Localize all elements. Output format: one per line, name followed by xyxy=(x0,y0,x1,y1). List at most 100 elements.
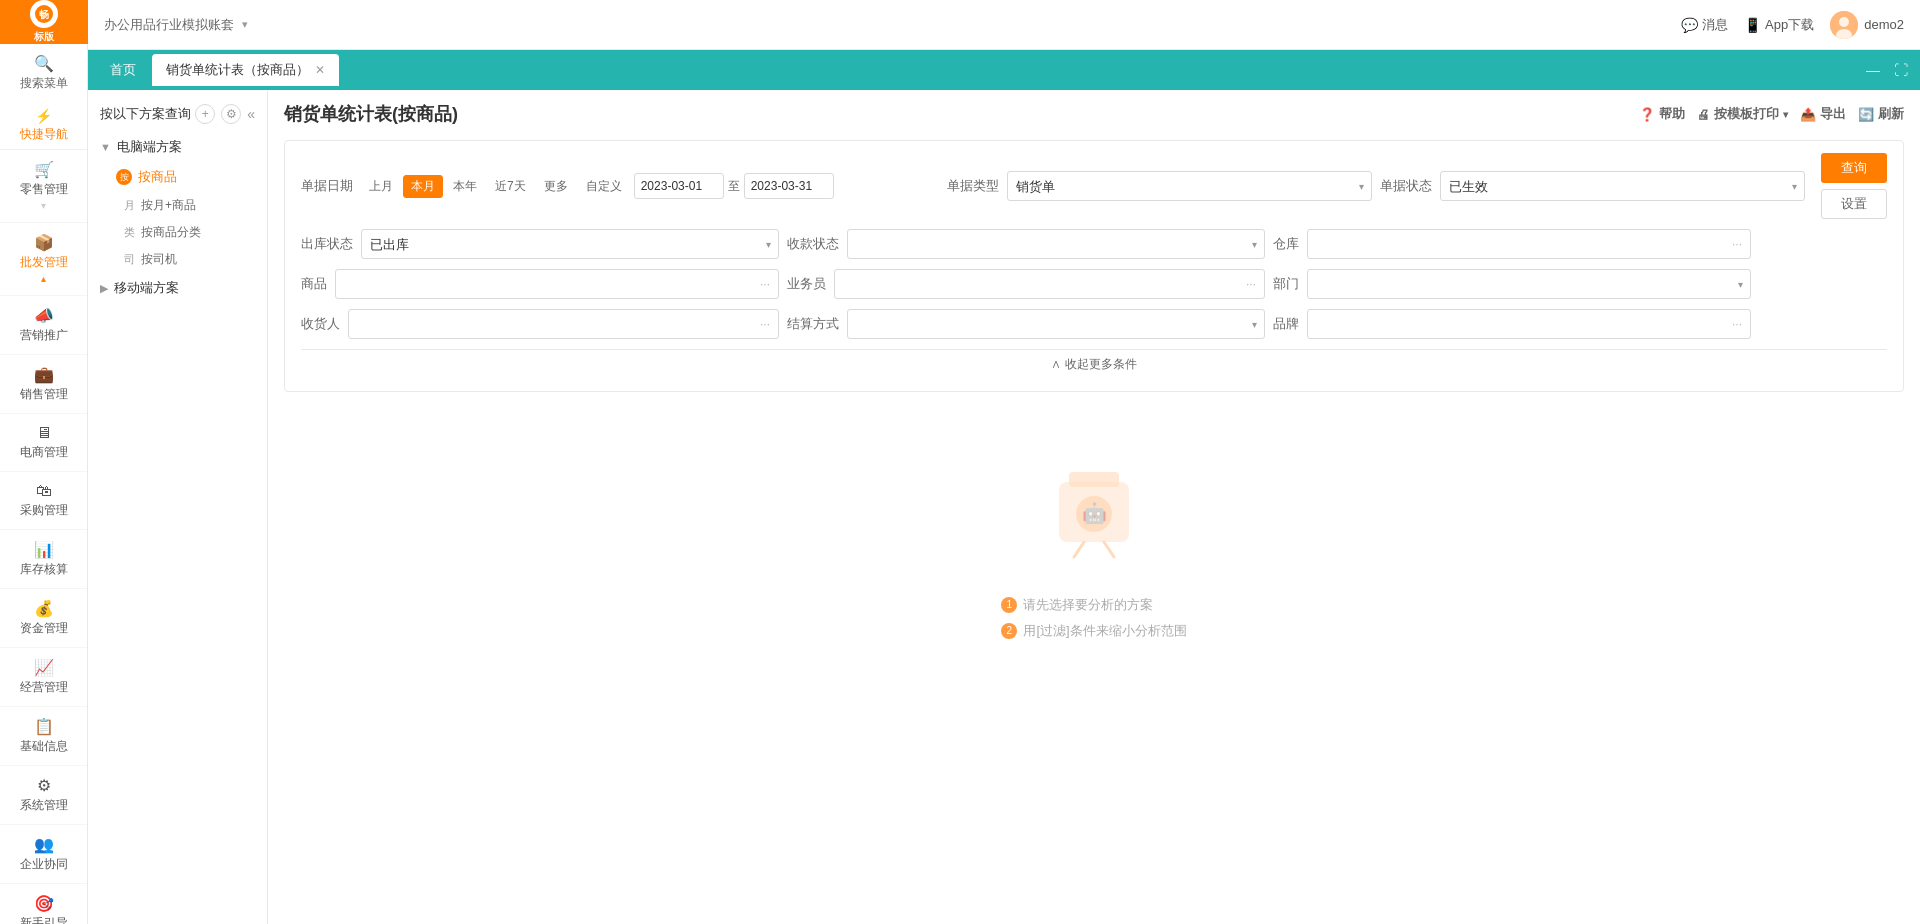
sidebar-item-system[interactable]: ⚙ 系统管理 xyxy=(0,766,87,825)
date-to-input[interactable] xyxy=(744,173,834,199)
date-tab-custom[interactable]: 自定义 xyxy=(578,175,630,198)
sidebar-item-sales[interactable]: 💼 销售管理 xyxy=(0,355,87,414)
payment-status-field: 收款状态 ▾ xyxy=(787,229,1265,259)
brand-label: 品牌 xyxy=(1273,315,1299,333)
empty-tips: 1 请先选择要分析的方案 2 用[过滤]条件来缩小分析范围 xyxy=(1001,592,1186,644)
username-label: demo2 xyxy=(1864,17,1904,32)
brand-field: 品牌 ··· xyxy=(1273,309,1751,339)
warehouse-dots-icon: ··· xyxy=(1732,237,1742,251)
sidebar-item-retail[interactable]: 🛒 零售管理 ▾ xyxy=(0,150,87,223)
filter-panel-icons: + ⚙ « xyxy=(195,104,255,124)
payment-method-select[interactable] xyxy=(847,309,1265,339)
print-arrow-icon: ▾ xyxy=(1783,109,1788,120)
filter-sub-item-goods-category[interactable]: 类 按商品分类 xyxy=(88,219,267,246)
tab-home[interactable]: 首页 xyxy=(96,54,150,86)
warehouse-field: 仓库 ··· xyxy=(1273,229,1751,259)
sidebar-item-search[interactable]: 🔍 搜索菜单 xyxy=(0,44,87,102)
tab-expand-btn[interactable]: ⛶ xyxy=(1890,58,1912,82)
filter-sub-item-month-goods[interactable]: 月 按月+商品 xyxy=(88,192,267,219)
brand-input[interactable]: ··· xyxy=(1307,309,1751,339)
filter-panel: 按以下方案查询 + ⚙ « ▼ 电脑端方案 按 按商品 月 按月+商品 xyxy=(88,90,268,924)
date-tab-this-year[interactable]: 本年 xyxy=(445,175,485,198)
filter-item-by-goods[interactable]: 按 按商品 xyxy=(88,162,267,192)
sidebar-item-purchase[interactable]: 🛍 采购管理 xyxy=(0,472,87,530)
tab-report[interactable]: 销货单统计表（按商品） ✕ xyxy=(152,54,339,86)
sidebar-item-basic-info[interactable]: 📋 基础信息 xyxy=(0,707,87,766)
sidebar-item-enterprise-collab[interactable]: 👥 企业协同 xyxy=(0,825,87,884)
date-tab-last-month[interactable]: 上月 xyxy=(361,175,401,198)
group-arrow-pc: ▼ xyxy=(100,141,111,153)
goods-label: 商品 xyxy=(301,275,327,293)
warehouse-status-select[interactable]: 已出库 xyxy=(361,229,779,259)
purchase-icon: 🛍 xyxy=(4,482,83,500)
basic-info-icon: 📋 xyxy=(4,717,83,736)
recipient-label: 收货人 xyxy=(301,315,340,333)
print-icon: 🖨 xyxy=(1697,107,1710,122)
warehouse-status-label: 出库状态 xyxy=(301,235,353,253)
payment-status-wrapper: ▾ xyxy=(847,229,1265,259)
form-row-2: 出库状态 已出库 ▾ 收款状态 xyxy=(301,229,1887,259)
date-tab-this-month[interactable]: 本月 xyxy=(403,175,443,198)
filter-settings-btn[interactable]: ⚙ xyxy=(221,104,241,124)
department-select[interactable] xyxy=(1307,269,1751,299)
doc-type-select-wrapper: 销货单 ▾ xyxy=(1007,171,1372,201)
filter-add-btn[interactable]: + xyxy=(195,104,215,124)
tab-minimize-btn[interactable]: — xyxy=(1862,58,1884,82)
filter-group-pc[interactable]: ▼ 电脑端方案 xyxy=(88,132,267,162)
help-btn[interactable]: ❓ 帮助 xyxy=(1639,105,1685,123)
empty-tip-1: 1 请先选择要分析的方案 xyxy=(1001,592,1186,618)
payment-method-field: 结算方式 ▾ xyxy=(787,309,1265,339)
sidebar-item-inventory[interactable]: 📊 库存核算 xyxy=(0,530,87,589)
page-title-actions: ❓ 帮助 🖨 按模板打印 ▾ 📤 导出 🔄 xyxy=(1639,105,1904,123)
template-print-btn[interactable]: 🖨 按模板打印 ▾ xyxy=(1697,105,1788,123)
page-title-text: 销货单统计表(按商品) xyxy=(284,102,458,126)
sidebar-item-operations[interactable]: 📈 经营管理 xyxy=(0,648,87,707)
message-btn[interactable]: 💬 消息 xyxy=(1681,16,1728,34)
sidebar-item-finance[interactable]: 💰 资金管理 xyxy=(0,589,87,648)
help-icon: ❓ xyxy=(1639,107,1655,122)
filter-sub-item-driver[interactable]: 司 按司机 xyxy=(88,246,267,273)
sidebar-item-ecommerce[interactable]: 🖥 电商管理 xyxy=(0,414,87,472)
doc-type-select[interactable]: 销货单 xyxy=(1007,171,1372,201)
sidebar-item-wholesale[interactable]: 📦 批发管理 ▴ xyxy=(0,223,87,296)
salesperson-field: 业务员 ··· xyxy=(787,269,1265,299)
settings-button[interactable]: 设置 xyxy=(1821,189,1887,219)
operations-icon: 📈 xyxy=(4,658,83,677)
tab-bar-right: — ⛶ xyxy=(1862,58,1912,82)
form-row-1: 单据日期 上月 本月 本年 近7天 更多 自定义 xyxy=(301,153,1887,219)
refresh-btn[interactable]: 🔄 刷新 xyxy=(1858,105,1904,123)
filter-collapse-btn[interactable]: « xyxy=(247,106,255,122)
doc-type-label: 单据类型 xyxy=(947,177,999,195)
user-profile-btn[interactable]: demo2 xyxy=(1830,11,1904,39)
date-tab-7days[interactable]: 近7天 xyxy=(487,175,534,198)
svg-text:🤖: 🤖 xyxy=(1082,501,1107,525)
salesperson-input[interactable]: ··· xyxy=(834,269,1265,299)
doc-status-label: 单据状态 xyxy=(1380,177,1432,195)
doc-type-field: 单据类型 销货单 ▾ xyxy=(947,171,1372,201)
header-right: 💬 消息 📱 App下载 demo2 xyxy=(1681,11,1904,39)
collapse-conditions-btn[interactable]: ∧ 收起更多条件 xyxy=(301,349,1887,379)
warehouse-input[interactable]: ··· xyxy=(1307,229,1751,259)
payment-status-select[interactable] xyxy=(847,229,1265,259)
sidebar-item-marketing[interactable]: 📣 营销推广 xyxy=(0,296,87,355)
app-download-btn[interactable]: 📱 App下载 xyxy=(1744,16,1814,34)
sidebar-item-quicknav[interactable]: ⚡ 快捷导航 xyxy=(0,102,87,150)
query-button[interactable]: 查询 xyxy=(1821,153,1887,183)
download-icon: 📱 xyxy=(1744,17,1761,33)
sidebar-item-newbie[interactable]: 🎯 新手引导 xyxy=(0,884,87,924)
date-from-input[interactable] xyxy=(634,173,724,199)
export-btn[interactable]: 📤 导出 xyxy=(1800,105,1846,123)
industry-dropdown-icon[interactable]: ▾ xyxy=(242,18,248,31)
refresh-icon: 🔄 xyxy=(1858,107,1874,122)
filter-group-mobile[interactable]: ▶ 移动端方案 xyxy=(88,273,267,303)
doc-status-select[interactable]: 已生效 xyxy=(1440,171,1805,201)
recipient-input[interactable]: ··· xyxy=(348,309,779,339)
goods-input[interactable]: ··· xyxy=(335,269,779,299)
payment-method-wrapper: ▾ xyxy=(847,309,1265,339)
date-tab-more[interactable]: 更多 xyxy=(536,175,576,198)
department-label: 部门 xyxy=(1273,275,1299,293)
tab-close-icon[interactable]: ✕ xyxy=(315,63,325,77)
salesperson-label: 业务员 xyxy=(787,275,826,293)
date-label: 单据日期 xyxy=(301,177,353,195)
logo-icon: 畅 xyxy=(30,0,58,28)
